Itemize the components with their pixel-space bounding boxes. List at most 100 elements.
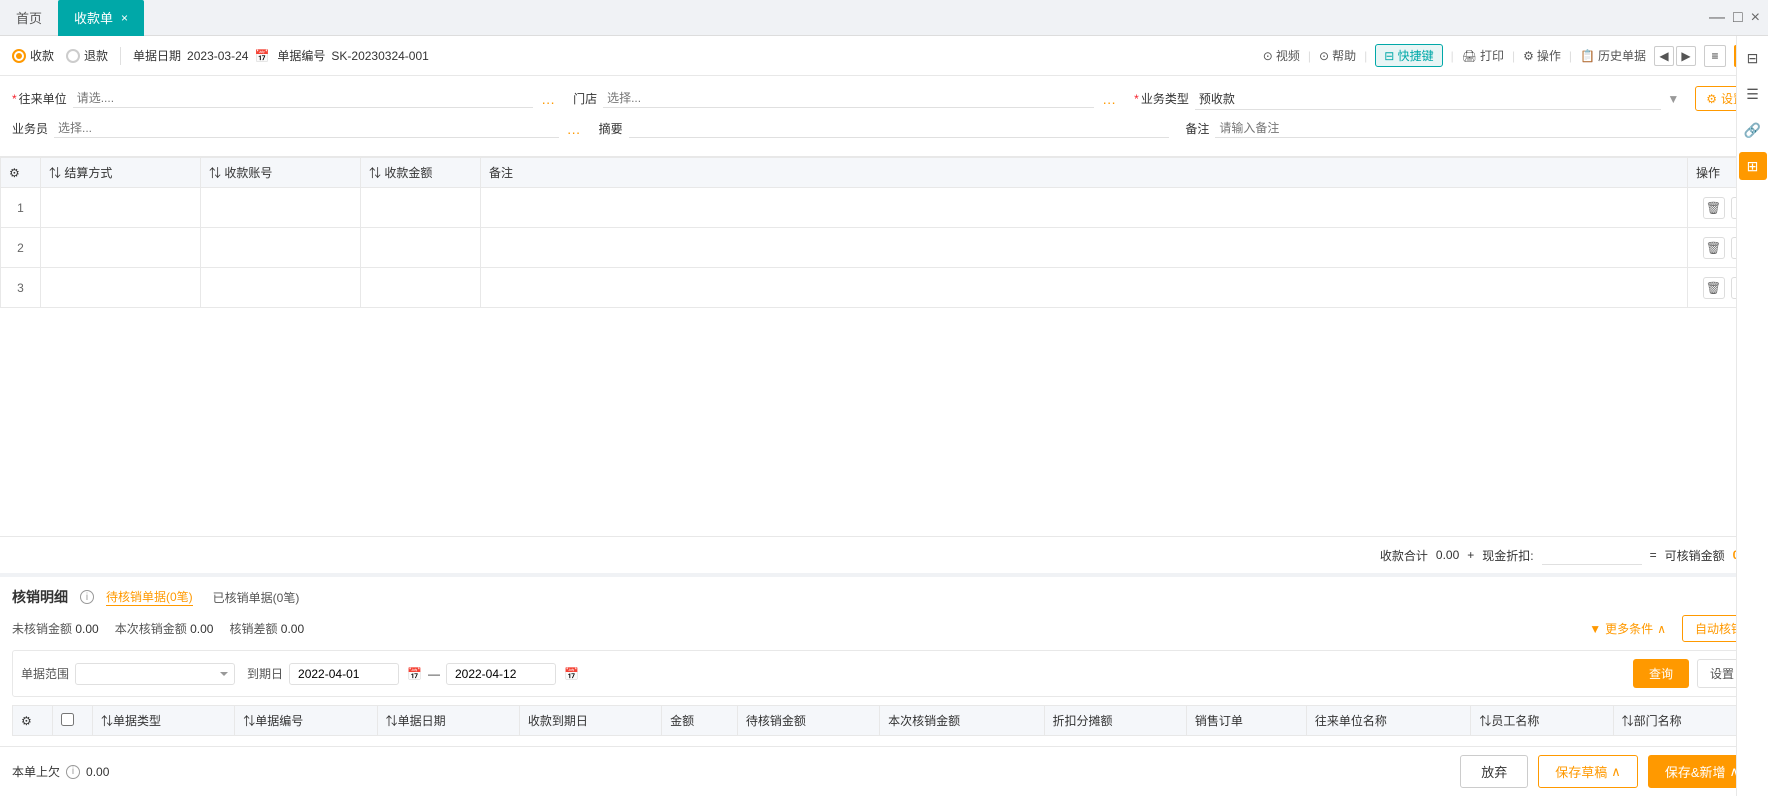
row-1-account[interactable] [201,188,361,228]
hexiao-title: 核销明细 [12,587,68,607]
shop-more-btn[interactable]: … [1100,91,1118,107]
col-due-date-header: 收款到期日 [519,706,661,736]
help-link[interactable]: ⊙ 帮助 [1319,47,1356,64]
save-draft-button[interactable]: 保存草稿 ∧ [1538,755,1638,788]
radio-receipt-dot [12,49,26,63]
radio-refund[interactable]: 退款 [66,47,108,64]
divider-5: | [1512,49,1515,63]
sort-icon-shop[interactable]: ⇅ [1622,714,1634,728]
sort-icon-date[interactable]: ⇅ [386,714,398,728]
row-2-delete-btn[interactable]: 🗑 [1703,237,1725,259]
plus-sign: + [1467,548,1474,562]
radio-receipt[interactable]: 收款 [12,47,54,64]
row-3-remark[interactable] [481,268,1688,308]
sort-icon-staff[interactable]: ⇅ [1479,714,1491,728]
abandon-button[interactable]: 放弃 [1460,755,1528,788]
maximize-icon[interactable]: □ [1733,9,1743,27]
main-content: 收款 退款 单据日期 2023-03-24 📅 单据编号 SK-20230324… [0,36,1768,796]
list-view-icon[interactable]: ≡ [1704,45,1726,67]
bottom-table-header: ⚙ ⇅单据类型 ⇅单据编号 ⇅单据日期 收款到期日 金额 待核销金额 本次核销金… [13,706,1756,736]
video-link[interactable]: ⊙ 视频 [1263,47,1300,64]
row-1-delete-btn[interactable]: 🗑 [1703,197,1725,219]
shop-input[interactable] [603,89,1094,108]
close-icon[interactable]: × [1751,9,1760,27]
sort-icon-number[interactable]: ⇅ [243,714,255,728]
right-sidebar: ⊟ ☰ 🔗 ⊞ [1736,36,1768,796]
row-1-settlement[interactable] [41,188,201,228]
sidebar-icon-4[interactable]: ⊞ [1739,152,1767,180]
date-to-calendar-icon[interactable]: 📅 [564,667,579,681]
row-2-settlement[interactable] [41,228,201,268]
counterpart-input[interactable] [73,89,533,108]
row-2-remark[interactable] [481,228,1688,268]
sort-icon-settlement[interactable]: ⇅ [49,166,61,180]
done-tab[interactable]: 已核销单据(0笔) [213,589,300,606]
row-3-settlement[interactable] [41,268,201,308]
staff-input[interactable] [54,119,559,138]
business-type-chevron[interactable]: ▼ [1667,92,1679,106]
sort-icon-account[interactable]: ⇅ [209,166,221,180]
hexiao-info-icon[interactable]: i [80,590,94,604]
discount-input[interactable] [1542,545,1642,565]
date-from-input[interactable] [289,663,399,685]
sidebar-icon-2[interactable]: ☰ [1739,80,1767,108]
row-1-amount[interactable] [361,188,481,228]
more-conditions-btn[interactable]: ▼ 更多条件 ∧ [1589,620,1666,637]
tab-close-icon[interactable]: × [121,11,128,25]
row-3-account[interactable] [201,268,361,308]
print-link[interactable]: 🖨 打印 [1462,47,1504,64]
row-2-amount[interactable] [361,228,481,268]
limit-label: 本单上欠 [12,763,60,780]
select-all-checkbox[interactable] [61,713,74,726]
col-settings-header[interactable]: ⚙ [1,158,41,188]
col-checkbox-header[interactable] [53,706,93,736]
hexiao-stats: 未核销金额 0.00 本次核销金额 0.00 核销差额 0.00 ▼ 更多条件 … [12,615,1756,642]
setting-icon: ⚙ [1706,92,1717,106]
pending-tab[interactable]: 待核销单据(0笔) [106,588,193,606]
sort-icon-amount[interactable]: ⇅ [369,166,381,180]
summary-input[interactable] [629,119,1170,138]
query-button[interactable]: 查询 [1633,659,1689,688]
counterpart-more-btn[interactable]: … [539,91,557,107]
number-field-group: 单据编号 SK-20230324-001 [277,47,428,64]
sidebar-icon-3[interactable]: 🔗 [1739,116,1767,144]
col-settlement-header: ⇅ 结算方式 [41,158,201,188]
footer-info-icon[interactable]: i [66,765,80,779]
limit-value: 0.00 [86,765,109,779]
row-3-amount[interactable] [361,268,481,308]
col-shop-header: ⇅部门名称 [1613,706,1755,736]
operation-link[interactable]: ⚙ 操作 [1523,47,1561,64]
hexiao-header: 核销明细 i 待核销单据(0笔) 已核销单据(0笔) [12,587,1756,607]
history-link[interactable]: 📋 历史单据 [1580,47,1646,64]
next-arrow[interactable]: ▶ [1676,46,1696,66]
prev-arrow[interactable]: ◀ [1654,46,1674,66]
remark-input[interactable] [1215,119,1756,138]
range-label: 单据范围 [21,665,69,682]
form-row-1: *往来单位 … 门店 … *业务类型 预收款 ▼ ⚙ [12,86,1756,111]
calendar-icon[interactable]: 📅 [254,49,269,63]
operation-icon: ⚙ [1523,49,1534,63]
sort-icon-type[interactable]: ⇅ [101,714,113,728]
row-2-account[interactable] [201,228,361,268]
diff-stat: 核销差额 0.00 [229,620,304,637]
row-3-num: 3 [1,268,41,308]
date-to-input[interactable] [446,663,556,685]
total-label: 收款合计 [1380,547,1428,564]
minimize-icon[interactable]: — [1709,9,1725,27]
range-select[interactable] [75,663,235,685]
shortcut-btn[interactable]: ⊟ 快捷键 [1375,44,1442,67]
col-settings-bottom[interactable]: ⚙ [13,706,53,736]
row-1-remark[interactable] [481,188,1688,228]
receipt-table: ⚙ ⇅ 结算方式 ⇅ 收款账号 ⇅ 收款金额 备注 [0,157,1768,308]
sidebar-icon-1[interactable]: ⊟ [1739,44,1767,72]
date-from-calendar-icon[interactable]: 📅 [407,667,422,681]
form-area: *往来单位 … 门店 … *业务类型 预收款 ▼ ⚙ [0,76,1768,157]
staff-more-btn[interactable]: … [565,121,583,137]
equals-sign: = [1650,548,1657,562]
tab-receipt[interactable]: 收款单 × [58,0,144,36]
row-3-delete-btn[interactable]: 🗑 [1703,277,1725,299]
summary-label: 摘要 [599,120,623,137]
summary-field: 摘要 [599,119,1170,138]
tab-home[interactable]: 首页 [0,0,58,36]
form-row-2: 业务员 … 摘要 备注 [12,119,1756,138]
